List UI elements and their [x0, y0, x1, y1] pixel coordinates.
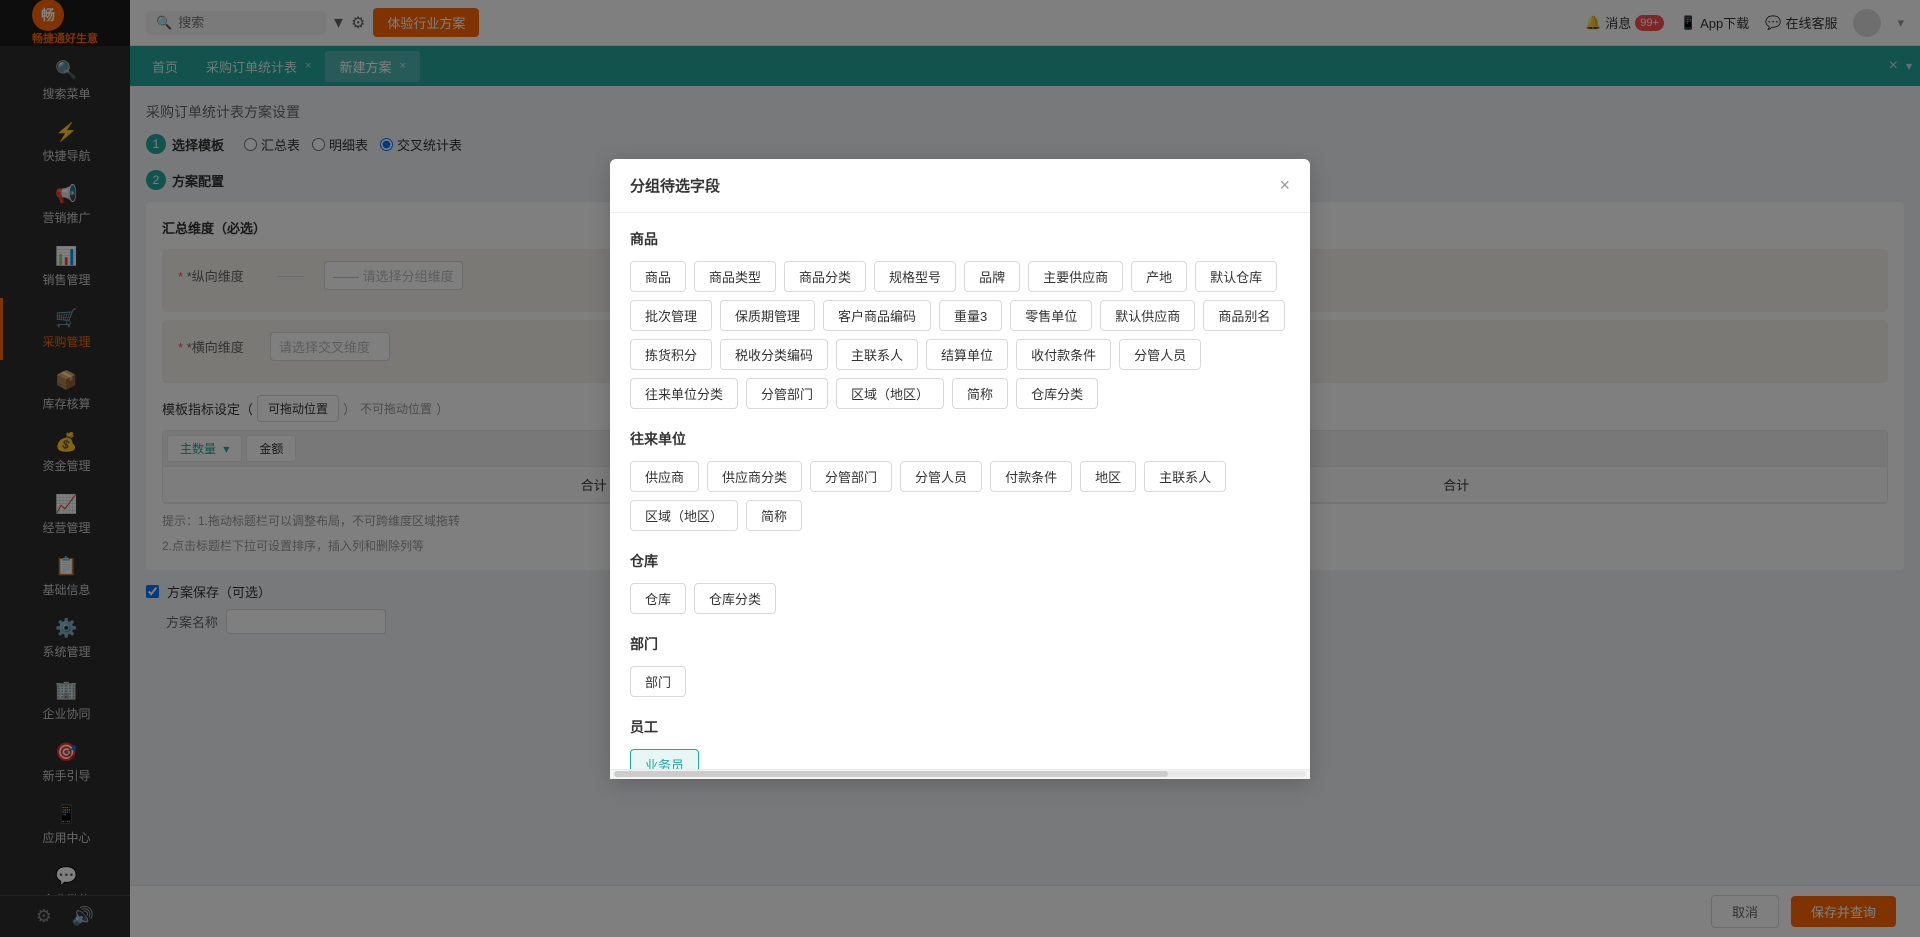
- field-tag-goods[interactable]: 商品: [630, 261, 686, 292]
- field-tag-ct-person[interactable]: 分管人员: [900, 461, 982, 492]
- field-tag-salesman[interactable]: 业务员: [630, 749, 699, 770]
- field-tag-retail-unit[interactable]: 零售单位: [1010, 300, 1092, 331]
- dept-section-title: 部门: [630, 634, 1290, 654]
- field-tag-region[interactable]: 区域（地区）: [836, 378, 944, 409]
- field-tag-origin[interactable]: 产地: [1131, 261, 1187, 292]
- employee-field-grid: 业务员: [630, 749, 1290, 770]
- modal-close-button[interactable]: ×: [1279, 175, 1290, 196]
- field-tag-batch[interactable]: 批次管理: [630, 300, 712, 331]
- field-tag-dept[interactable]: 部门: [630, 666, 686, 697]
- field-tag-tax-code[interactable]: 税收分类编码: [720, 339, 828, 370]
- field-tag-settlement-unit[interactable]: 结算单位: [926, 339, 1008, 370]
- hscroll-thumb[interactable]: [614, 771, 1168, 777]
- modal: 分组待选字段 × 商品 商品 商品类型 商品分类 规格型号 品牌 主要供应商 产…: [610, 159, 1310, 779]
- field-tag-brand[interactable]: 品牌: [964, 261, 1020, 292]
- field-tag-main-contact[interactable]: 主联系人: [836, 339, 918, 370]
- field-tag-customer-code[interactable]: 客户商品编码: [823, 300, 931, 331]
- field-tag-goods-category[interactable]: 商品分类: [784, 261, 866, 292]
- field-tag-supplier-category[interactable]: 供应商分类: [707, 461, 802, 492]
- hscroll-track: [614, 771, 1306, 777]
- field-tag-warehouse[interactable]: 仓库: [630, 583, 686, 614]
- modal-body: 商品 商品 商品类型 商品分类 规格型号 品牌 主要供应商 产地 默认仓库 批次…: [610, 213, 1310, 770]
- field-tag-ct-dept[interactable]: 分管部门: [810, 461, 892, 492]
- field-tag-warehouse-cat[interactable]: 仓库分类: [694, 583, 776, 614]
- employee-section-title: 员工: [630, 717, 1290, 737]
- modal-overlay: 分组待选字段 × 商品 商品 商品类型 商品分类 规格型号 品牌 主要供应商 产…: [0, 0, 1920, 937]
- modal-section-goods: 商品 商品 商品类型 商品分类 规格型号 品牌 主要供应商 产地 默认仓库 批次…: [630, 229, 1290, 409]
- field-tag-alias[interactable]: 商品别名: [1203, 300, 1285, 331]
- goods-section-title: 商品: [630, 229, 1290, 249]
- dept-field-grid: 部门: [630, 666, 1290, 697]
- modal-section-employee: 员工 业务员: [630, 717, 1290, 770]
- field-tag-short-name[interactable]: 简称: [952, 378, 1008, 409]
- field-tag-dept-in-charge[interactable]: 分管部门: [746, 378, 828, 409]
- field-tag-area[interactable]: 地区: [1080, 461, 1136, 492]
- modal-section-dept: 部门 部门: [630, 634, 1290, 697]
- modal-section-warehouse: 仓库 仓库 仓库分类: [630, 551, 1290, 614]
- modal-section-counterpart: 往来单位 供应商 供应商分类 分管部门 分管人员 付款条件 地区 主联系人 区域…: [630, 429, 1290, 531]
- goods-field-grid: 商品 商品类型 商品分类 规格型号 品牌 主要供应商 产地 默认仓库 批次管理 …: [630, 261, 1290, 409]
- counterpart-section-title: 往来单位: [630, 429, 1290, 449]
- warehouse-field-grid: 仓库 仓库分类: [630, 583, 1290, 614]
- warehouse-section-title: 仓库: [630, 551, 1290, 571]
- field-tag-default-warehouse[interactable]: 默认仓库: [1195, 261, 1277, 292]
- field-tag-ct-short-name[interactable]: 简称: [746, 500, 802, 531]
- modal-title: 分组待选字段: [630, 175, 720, 196]
- field-tag-payment-terms[interactable]: 收付款条件: [1016, 339, 1111, 370]
- field-tag-warehouse-category[interactable]: 仓库分类: [1016, 378, 1098, 409]
- field-tag-counterpart-category[interactable]: 往来单位分类: [630, 378, 738, 409]
- field-tag-spec[interactable]: 规格型号: [874, 261, 956, 292]
- modal-hscrollbar: [610, 769, 1310, 778]
- field-tag-supplier[interactable]: 供应商: [630, 461, 699, 492]
- field-tag-weight[interactable]: 重量3: [939, 300, 1002, 331]
- field-tag-default-supplier[interactable]: 默认供应商: [1100, 300, 1195, 331]
- field-tag-pick-points[interactable]: 拣货积分: [630, 339, 712, 370]
- field-tag-main-contact2[interactable]: 主联系人: [1144, 461, 1226, 492]
- field-tag-expiry[interactable]: 保质期管理: [720, 300, 815, 331]
- field-tag-payment-cond[interactable]: 付款条件: [990, 461, 1072, 492]
- modal-header: 分组待选字段 ×: [610, 159, 1310, 213]
- field-tag-person-in-charge[interactable]: 分管人员: [1119, 339, 1201, 370]
- field-tag-goods-type[interactable]: 商品类型: [694, 261, 776, 292]
- field-tag-main-supplier[interactable]: 主要供应商: [1028, 261, 1123, 292]
- counterpart-field-grid: 供应商 供应商分类 分管部门 分管人员 付款条件 地区 主联系人 区域（地区） …: [630, 461, 1290, 531]
- field-tag-ct-region[interactable]: 区域（地区）: [630, 500, 738, 531]
